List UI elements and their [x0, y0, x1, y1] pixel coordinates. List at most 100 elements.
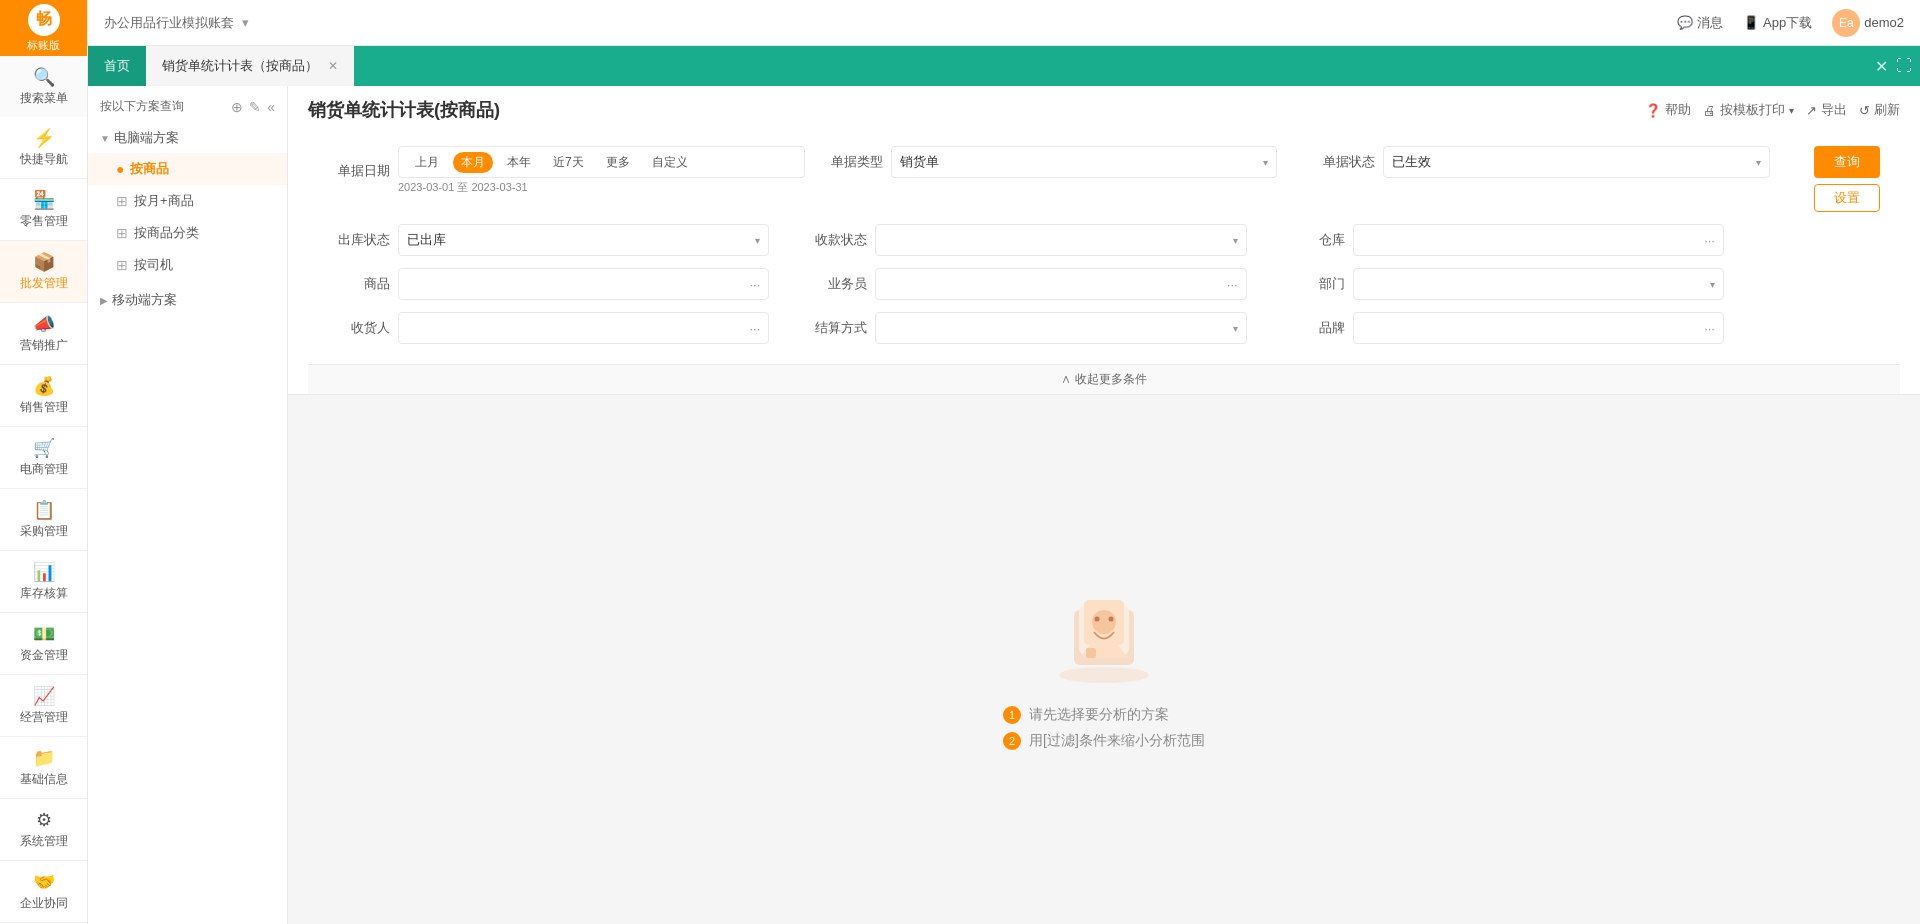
coop-icon: 🤝	[33, 871, 55, 893]
out-status-value: 已出库	[407, 231, 755, 249]
message-label: 消息	[1697, 14, 1723, 32]
sidebar-item-label: 批发管理	[20, 275, 68, 292]
sidebar-item-enterprise-coop[interactable]: 🤝 企业协同	[0, 861, 87, 923]
sidebar-item-base-info[interactable]: 📁 基础信息	[0, 737, 87, 799]
payment-status-control[interactable]: ▾	[875, 224, 1246, 256]
settlement-control[interactable]: ▾	[875, 312, 1246, 344]
salesperson-control[interactable]: ···	[875, 268, 1246, 300]
export-icon: ↗	[1806, 103, 1817, 118]
home-tab-label: 首页	[104, 57, 130, 75]
query-buttons: 查询 设置	[1814, 146, 1880, 212]
sidebar-item-label: 销售管理	[20, 399, 68, 416]
collapse-label: ∧ 收起更多条件	[1061, 371, 1146, 388]
consignee-label: 收货人	[328, 319, 398, 337]
out-status-label: 出库状态	[328, 231, 398, 249]
message-icon: 💬	[1677, 15, 1693, 30]
sidebar-item-operations[interactable]: 📈 经营管理	[0, 675, 87, 737]
filter-area: 单据日期 上月 本月 本年 近7天 更多 自定义 20	[308, 134, 1900, 364]
brand-control[interactable]: ···	[1353, 312, 1724, 344]
sidebar-item-label: 快捷导航	[20, 151, 68, 168]
sidebar-logo: 畅 标账版	[0, 0, 88, 56]
product-control[interactable]: ···	[398, 268, 769, 300]
left-panel-header: 按以下方案查询 ⊕ ✎ «	[88, 98, 287, 123]
tree-child-by-product[interactable]: ● 按商品	[88, 153, 287, 185]
this-year-pill[interactable]: 本年	[499, 152, 539, 173]
user-menu[interactable]: Ea demo2	[1832, 9, 1904, 37]
last-7-days-pill[interactable]: 近7天	[545, 152, 592, 173]
sidebar-item-label: 电商管理	[20, 461, 68, 478]
svg-point-4	[1092, 610, 1116, 634]
department-control[interactable]: ▾	[1353, 268, 1724, 300]
product-dots-icon[interactable]: ···	[749, 277, 760, 292]
department-dropdown-icon: ▾	[1710, 279, 1715, 290]
tree-child-label: 按商品	[130, 160, 169, 178]
dropdown-arrow-icon[interactable]: ▾	[242, 15, 249, 30]
sidebar-item-inventory[interactable]: 📊 库存核算	[0, 551, 87, 613]
empty-state: 1 请先选择要分析的方案 2 用[过滤]条件来缩小分析范围	[288, 395, 1920, 924]
consignee-control[interactable]: ···	[398, 312, 769, 344]
sidebar-item-wholesale[interactable]: 📦 批发管理	[0, 241, 87, 303]
hint-num-1: 1	[1003, 706, 1021, 724]
query-button[interactable]: 查询	[1814, 146, 1880, 178]
tree-child-by-category[interactable]: ⊞ 按商品分类	[88, 217, 287, 249]
settings-button[interactable]: 设置	[1814, 184, 1880, 212]
last-month-pill[interactable]: 上月	[407, 152, 447, 173]
sidebar-item-purchase[interactable]: 📋 采购管理	[0, 489, 87, 551]
logo-icon: 畅	[28, 4, 60, 36]
sys-icon: ⚙	[36, 809, 52, 831]
this-month-pill[interactable]: 本月	[453, 152, 493, 173]
user-avatar: Ea	[1832, 9, 1860, 37]
sidebar-item-ecom[interactable]: 🛒 电商管理	[0, 427, 87, 489]
tab-sales-stat[interactable]: 销货单统计计表（按商品） ✕	[146, 46, 354, 86]
tree-parent-pc[interactable]: ▼ 电脑端方案	[88, 123, 287, 153]
out-status-control[interactable]: 已出库 ▾	[398, 224, 769, 256]
consignee-dots-icon[interactable]: ···	[749, 321, 760, 336]
warehouse-control[interactable]: ···	[1353, 224, 1724, 256]
sidebar-item-finance[interactable]: 💵 资金管理	[0, 613, 87, 675]
close-tab-icon[interactable]: ✕	[1875, 57, 1888, 76]
tab-home[interactable]: 首页	[88, 46, 146, 86]
export-btn[interactable]: ↗ 导出	[1806, 101, 1847, 119]
tree-child-by-cashier[interactable]: ⊞ 按司机	[88, 249, 287, 281]
add-scheme-icon[interactable]: ⊕	[231, 99, 243, 115]
sidebar-item-search-menu[interactable]: 🔍 搜索菜单	[0, 56, 87, 117]
more-pill[interactable]: 更多	[598, 152, 638, 173]
maximize-icon[interactable]: ⛶	[1896, 57, 1912, 75]
sidebar-item-label: 基础信息	[20, 771, 68, 788]
doc-type-control[interactable]: 销货单 ▾	[891, 146, 1278, 178]
refresh-icon: ↺	[1859, 103, 1870, 118]
svg-point-6	[1109, 616, 1114, 621]
tab-close-icon[interactable]: ✕	[328, 59, 338, 73]
print-btn[interactable]: 🖨 按模板打印 ▾	[1703, 101, 1794, 119]
active-scheme-icon: ●	[116, 161, 124, 177]
message-btn[interactable]: 💬 消息	[1677, 14, 1723, 32]
sidebar-item-marketing[interactable]: 📣 营销推广	[0, 303, 87, 365]
refresh-label: 刷新	[1874, 101, 1900, 119]
doc-status-control[interactable]: 已生效 ▾	[1383, 146, 1770, 178]
page-header: 销货单统计计表(按商品) ❓ 帮助 🖨 按模板打印 ▾ ↗	[288, 86, 1920, 395]
warehouse-dots-icon[interactable]: ···	[1704, 233, 1715, 248]
refresh-btn[interactable]: ↺ 刷新	[1859, 101, 1900, 119]
collapse-panel-icon[interactable]: «	[267, 99, 275, 115]
custom-pill[interactable]: 自定义	[644, 152, 696, 173]
sidebar-item-quick-nav[interactable]: ⚡ 快捷导航	[0, 117, 87, 179]
brand-dots-icon[interactable]: ···	[1704, 321, 1715, 336]
sidebar-item-sales[interactable]: 💰 销售管理	[0, 365, 87, 427]
tree-child-by-month-product[interactable]: ⊞ 按月+商品	[88, 185, 287, 217]
hint-num-2: 2	[1003, 732, 1021, 750]
payment-status-label: 收款状态	[805, 231, 875, 249]
edit-scheme-icon[interactable]: ✎	[249, 99, 261, 115]
help-btn[interactable]: ❓ 帮助	[1645, 101, 1691, 119]
app-download-btn[interactable]: 📱 App下载	[1743, 14, 1812, 32]
marketing-icon: 📣	[33, 313, 55, 335]
payment-dropdown-icon: ▾	[1233, 235, 1238, 246]
page-title-row: 销货单统计计表(按商品) ❓ 帮助 🖨 按模板打印 ▾ ↗	[308, 98, 1900, 122]
sidebar-item-retail[interactable]: 🏪 零售管理	[0, 179, 87, 241]
sidebar-item-sys[interactable]: ⚙ 系统管理	[0, 799, 87, 861]
collapse-more-btn[interactable]: ∧ 收起更多条件	[308, 364, 1900, 394]
sidebar-item-label: 库存核算	[20, 585, 68, 602]
empty-hints: 1 请先选择要分析的方案 2 用[过滤]条件来缩小分析范围	[1003, 706, 1205, 750]
tree-parent-mobile[interactable]: ▶ 移动端方案	[88, 285, 287, 315]
date-filter-label: 单据日期	[328, 162, 398, 180]
salesperson-dots-icon[interactable]: ···	[1227, 277, 1238, 292]
